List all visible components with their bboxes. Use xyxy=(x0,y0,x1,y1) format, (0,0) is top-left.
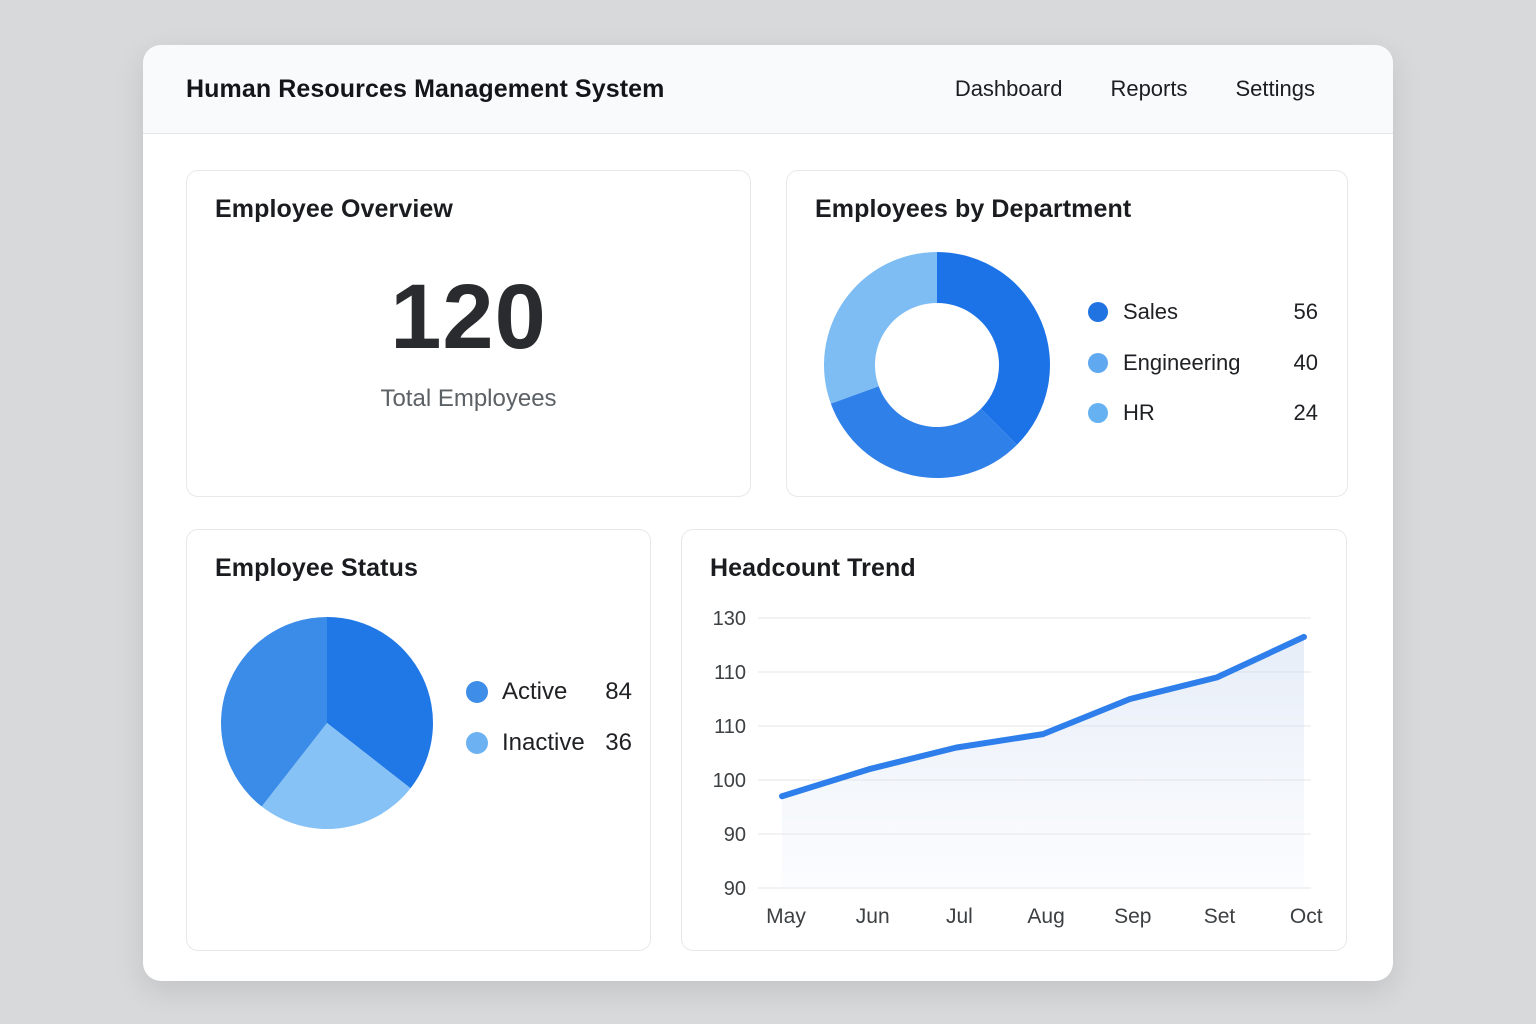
headcount-trend-chart: 130 110 110 100 90 90 May Jun Jul Aug Sep Set Oct xyxy=(713,608,1323,928)
legend-item-engineering: Engineering 40 xyxy=(1088,348,1318,378)
x-tick-label: Oct xyxy=(1290,905,1323,928)
employee-overview-content: 120 Total Employees xyxy=(187,271,750,413)
legend-value: 40 xyxy=(1293,350,1318,375)
y-tick-label: 90 xyxy=(724,824,746,846)
x-tick-label: Sep xyxy=(1114,905,1151,928)
legend-label: Active xyxy=(502,678,568,705)
legend-item-sales: Sales 56 xyxy=(1088,297,1318,327)
legend-label: Inactive xyxy=(502,729,585,756)
employee-status-card: Employee Status Active 84 Inactive 36 xyxy=(186,529,651,951)
x-tick-label: May xyxy=(766,905,806,928)
employee-overview-title: Employee Overview xyxy=(215,195,453,223)
hr-dot-icon xyxy=(1088,403,1108,423)
trend-x-axis-labels: May Jun Jul Aug Sep Set Oct xyxy=(766,905,1323,928)
total-employees-value: 120 xyxy=(390,266,547,368)
x-tick-label: Jun xyxy=(856,905,890,928)
status-pie-chart xyxy=(220,617,433,829)
headcount-trend-card: Headcount Trend 130 110 110 100 90 90 May Jun J… xyxy=(681,529,1347,951)
legend-value: 56 xyxy=(1293,299,1318,324)
x-tick-label: Set xyxy=(1204,905,1236,928)
donut-segment-sales xyxy=(937,252,1050,445)
active-dot-icon xyxy=(466,681,488,703)
y-tick-label: 100 xyxy=(713,770,746,792)
app-title: Human Resources Management System xyxy=(186,74,665,103)
inactive-dot-icon xyxy=(466,732,488,754)
employee-overview-card: Employee Overview 120 Total Employees xyxy=(186,170,751,497)
y-tick-label: 110 xyxy=(714,662,746,684)
x-tick-label: Aug xyxy=(1027,905,1064,928)
legend-item-inactive: Inactive 36 xyxy=(466,727,632,759)
legend-item-hr: HR 24 xyxy=(1088,398,1318,428)
y-tick-label: 90 xyxy=(724,878,746,900)
donut-segment-hr xyxy=(824,252,937,404)
legend-value: 84 xyxy=(605,678,632,705)
nav-settings[interactable]: Settings xyxy=(1236,76,1316,102)
legend-value: 36 xyxy=(605,729,632,756)
x-tick-label: Jul xyxy=(946,905,973,928)
main-nav: Dashboard Reports Settings xyxy=(955,76,1315,102)
legend-value: 24 xyxy=(1293,400,1318,425)
trend-y-axis-labels: 130 110 110 100 90 90 xyxy=(713,608,746,900)
y-tick-label: 130 xyxy=(713,608,746,630)
nav-dashboard[interactable]: Dashboard xyxy=(955,76,1063,102)
app-header: Human Resources Management System Dashbo… xyxy=(143,45,1393,134)
total-employees-label: Total Employees xyxy=(380,385,557,412)
legend-item-active: Active 84 xyxy=(466,676,632,708)
department-donut-chart xyxy=(824,252,1050,478)
employees-by-department-card: Employees by Department Sales 56 Enginee… xyxy=(786,170,1348,497)
legend-label: Sales xyxy=(1123,299,1179,324)
engineering-dot-icon xyxy=(1088,353,1108,373)
sales-dot-icon xyxy=(1088,302,1108,322)
legend-label: HR xyxy=(1123,400,1155,425)
legend-label: Engineering xyxy=(1123,350,1241,375)
app-window: Human Resources Management System Dashbo… xyxy=(143,45,1393,981)
nav-reports[interactable]: Reports xyxy=(1110,76,1187,102)
y-tick-label: 110 xyxy=(714,716,746,738)
